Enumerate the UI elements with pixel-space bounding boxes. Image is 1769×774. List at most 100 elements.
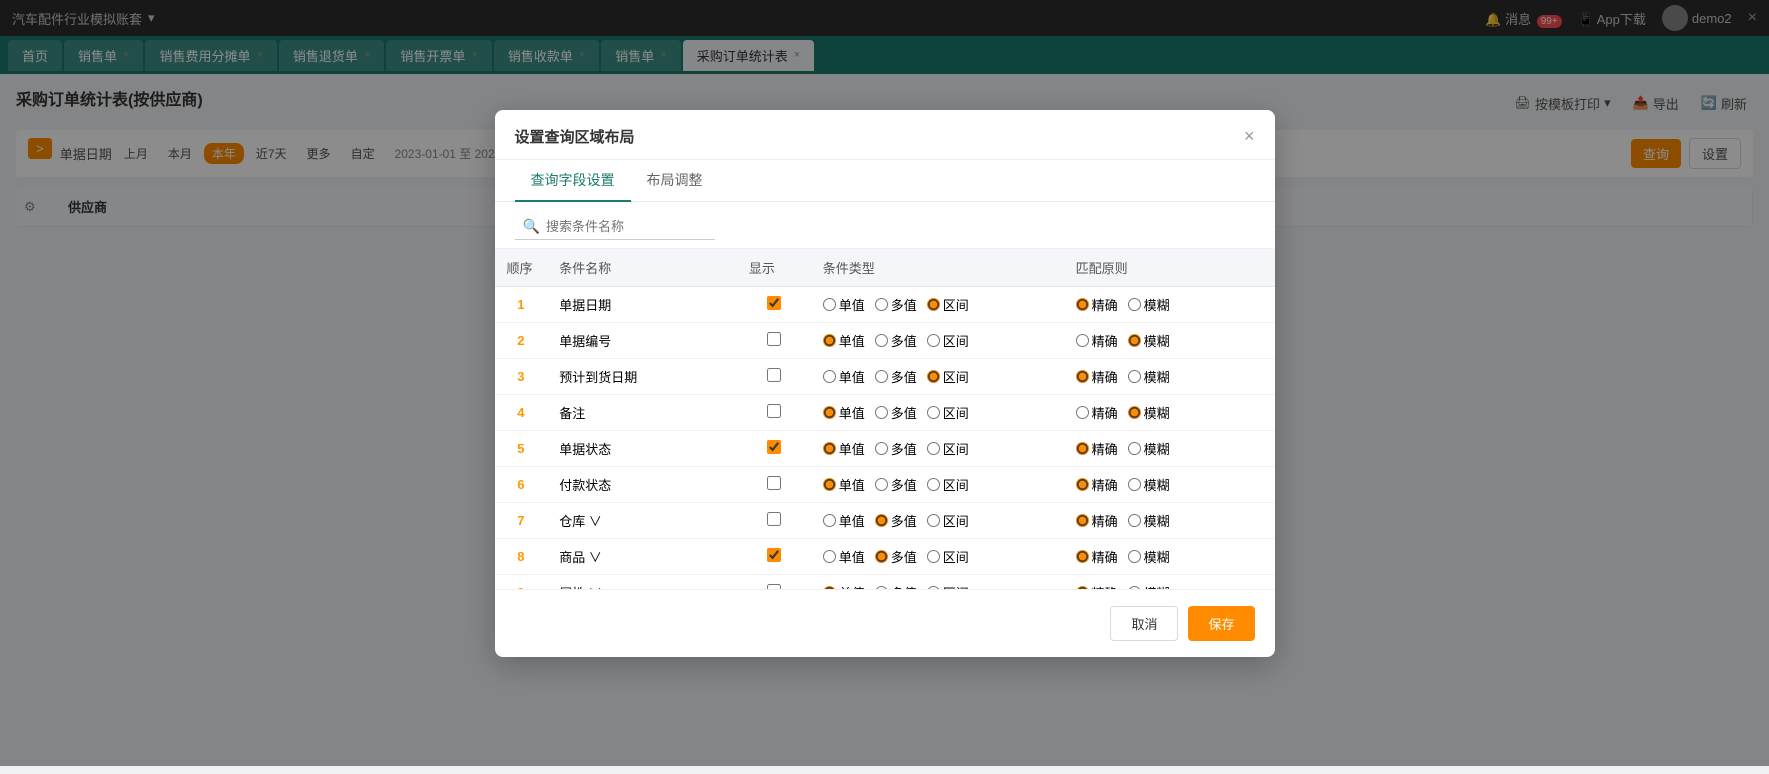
type-option-区间[interactable]: 区间 [927, 547, 969, 566]
search-inner: 🔍 [515, 214, 715, 240]
cell-name: 单据状态 [547, 430, 737, 466]
cell-name: 属性 ∨ [547, 574, 737, 589]
type-option-多值[interactable]: 多值 [875, 367, 917, 386]
type-option-区间[interactable]: 区间 [927, 331, 969, 350]
dialog-footer: 取消 保存 [495, 589, 1275, 657]
dialog-header: 设置查询区域布局 × [495, 110, 1275, 160]
table-row: 2单据编号单值多值区间精确模糊 [495, 322, 1275, 358]
match-option-精确[interactable]: 精确 [1076, 475, 1118, 494]
type-option-多值[interactable]: 多值 [875, 403, 917, 422]
cell-type: 单值多值区间 [811, 286, 1064, 322]
type-option-区间[interactable]: 区间 [927, 475, 969, 494]
match-option-精确[interactable]: 精确 [1076, 403, 1118, 422]
cell-match: 精确模糊 [1064, 286, 1275, 322]
cell-type: 单值多值区间 [811, 502, 1064, 538]
display-checkbox[interactable] [767, 296, 781, 310]
type-option-单值[interactable]: 单值 [823, 331, 865, 350]
match-option-精确[interactable]: 精确 [1076, 547, 1118, 566]
type-option-单值[interactable]: 单值 [823, 547, 865, 566]
cell-match: 精确模糊 [1064, 574, 1275, 589]
cell-match: 精确模糊 [1064, 466, 1275, 502]
cell-order: 7 [495, 502, 548, 538]
match-option-模糊[interactable]: 模糊 [1128, 367, 1170, 386]
type-option-区间[interactable]: 区间 [927, 439, 969, 458]
type-option-多值[interactable]: 多值 [875, 439, 917, 458]
match-option-精确[interactable]: 精确 [1076, 511, 1118, 530]
type-option-多值[interactable]: 多值 [875, 547, 917, 566]
cell-display [737, 502, 811, 538]
match-option-精确[interactable]: 精确 [1076, 439, 1118, 458]
display-checkbox[interactable] [767, 332, 781, 346]
tab-layout-adjust[interactable]: 布局调整 [631, 160, 719, 202]
match-option-模糊[interactable]: 模糊 [1128, 403, 1170, 422]
match-option-模糊[interactable]: 模糊 [1128, 511, 1170, 530]
cell-display [737, 358, 811, 394]
cell-match: 精确模糊 [1064, 394, 1275, 430]
display-checkbox[interactable] [767, 476, 781, 490]
cell-name: 单据编号 [547, 322, 737, 358]
cell-order: 8 [495, 538, 548, 574]
cell-name: 预计到货日期 [547, 358, 737, 394]
cell-order: 2 [495, 322, 548, 358]
display-checkbox[interactable] [767, 512, 781, 526]
type-option-多值[interactable]: 多值 [875, 295, 917, 314]
search-box-area: 🔍 [495, 202, 1275, 249]
save-button[interactable]: 保存 [1188, 606, 1254, 641]
type-option-单值[interactable]: 单值 [823, 475, 865, 494]
display-checkbox[interactable] [767, 440, 781, 454]
cell-display [737, 286, 811, 322]
type-option-单值[interactable]: 单值 [823, 439, 865, 458]
tab-query-fields-label: 查询字段设置 [531, 172, 615, 188]
cell-type: 单值多值区间 [811, 322, 1064, 358]
tab-layout-adjust-label: 布局调整 [647, 172, 703, 188]
cell-type: 单值多值区间 [811, 574, 1064, 589]
th-type: 条件类型 [811, 249, 1064, 287]
type-option-区间[interactable]: 区间 [927, 367, 969, 386]
settings-dialog: 设置查询区域布局 × 查询字段设置 布局调整 🔍 顺序 [495, 110, 1275, 657]
match-option-模糊[interactable]: 模糊 [1128, 547, 1170, 566]
th-name: 条件名称 [547, 249, 737, 287]
table-row: 7仓库 ∨单值多值区间精确模糊 [495, 502, 1275, 538]
cell-name: 仓库 ∨ [547, 502, 737, 538]
display-checkbox[interactable] [767, 548, 781, 562]
table-scroll: 顺序 条件名称 显示 条件类型 匹配原则 1单据日期单值多值区间精确模糊2单据编… [495, 249, 1275, 589]
search-input[interactable] [546, 219, 706, 234]
cell-display [737, 538, 811, 574]
type-option-区间[interactable]: 区间 [927, 511, 969, 530]
th-match: 匹配原则 [1064, 249, 1275, 287]
table-row: 4备注单值多值区间精确模糊 [495, 394, 1275, 430]
match-option-精确[interactable]: 精确 [1076, 367, 1118, 386]
match-option-模糊[interactable]: 模糊 [1128, 475, 1170, 494]
conditions-table: 顺序 条件名称 显示 条件类型 匹配原则 1单据日期单值多值区间精确模糊2单据编… [495, 249, 1275, 589]
type-option-单值[interactable]: 单值 [823, 403, 865, 422]
type-option-多值[interactable]: 多值 [875, 511, 917, 530]
cell-order: 1 [495, 286, 548, 322]
display-checkbox[interactable] [767, 368, 781, 382]
type-option-区间[interactable]: 区间 [927, 295, 969, 314]
dialog-close-button[interactable]: × [1244, 127, 1255, 145]
cell-name: 付款状态 [547, 466, 737, 502]
match-option-精确[interactable]: 精确 [1076, 331, 1118, 350]
tab-query-fields[interactable]: 查询字段设置 [515, 160, 631, 202]
match-option-模糊[interactable]: 模糊 [1128, 295, 1170, 314]
type-option-单值[interactable]: 单值 [823, 511, 865, 530]
display-checkbox[interactable] [767, 404, 781, 418]
cell-type: 单值多值区间 [811, 538, 1064, 574]
type-option-单值[interactable]: 单值 [823, 367, 865, 386]
dialog-tabs: 查询字段设置 布局调整 [495, 160, 1275, 202]
type-option-区间[interactable]: 区间 [927, 403, 969, 422]
match-option-模糊[interactable]: 模糊 [1128, 439, 1170, 458]
type-option-多值[interactable]: 多值 [875, 475, 917, 494]
type-option-多值[interactable]: 多值 [875, 331, 917, 350]
cell-order: 6 [495, 466, 548, 502]
cancel-button[interactable]: 取消 [1110, 606, 1178, 641]
cell-match: 精确模糊 [1064, 322, 1275, 358]
cell-name: 备注 [547, 394, 737, 430]
cell-display [737, 322, 811, 358]
cell-type: 单值多值区间 [811, 358, 1064, 394]
cell-name: 商品 ∨ [547, 538, 737, 574]
match-option-模糊[interactable]: 模糊 [1128, 331, 1170, 350]
type-option-单值[interactable]: 单值 [823, 295, 865, 314]
th-display: 显示 [737, 249, 811, 287]
match-option-精确[interactable]: 精确 [1076, 295, 1118, 314]
